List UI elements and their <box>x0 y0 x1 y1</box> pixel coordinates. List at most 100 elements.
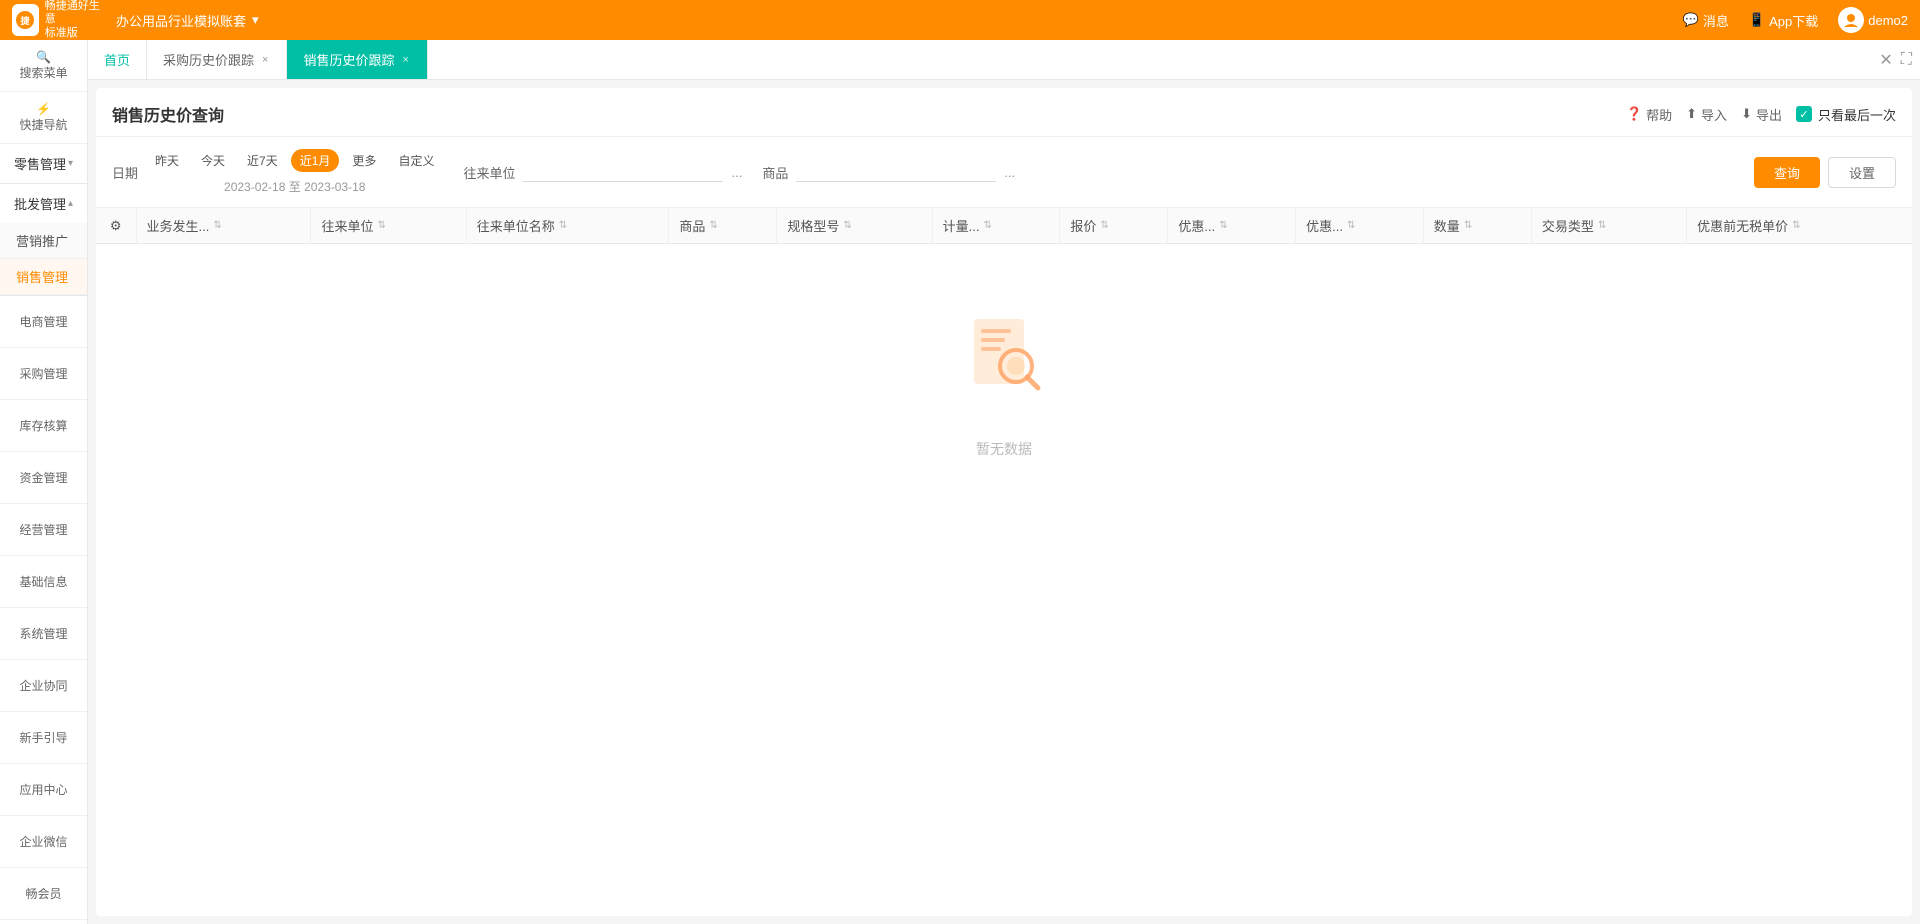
import-icon: ⬆ <box>1686 106 1697 122</box>
sidebar-item-newbie[interactable]: 新手引导 <box>0 712 87 764</box>
col-discount1[interactable]: 优惠... ⇅ <box>1168 208 1296 244</box>
table-container: ⚙ 业务发生... ⇅ 往来单位 <box>96 208 1912 916</box>
close-window-icon[interactable]: ✕ <box>1879 50 1892 70</box>
partner-dots-button[interactable]: ... <box>731 165 742 180</box>
nav-icon: ⚡ <box>36 102 51 116</box>
partner-input[interactable] <box>523 162 723 182</box>
sort-icon: ⇅ <box>1464 220 1472 231</box>
date-range-text: 2023-02-18 至 2023-03-18 <box>224 178 365 195</box>
date-btn-today[interactable]: 今天 <box>192 149 234 172</box>
sort-icon: ⇅ <box>843 220 851 231</box>
col-quantity[interactable]: 数量 ⇅ <box>1423 208 1531 244</box>
col-spec[interactable]: 规格型号 ⇅ <box>777 208 932 244</box>
sidebar-item-corp-wechat[interactable]: 企业微信 <box>0 816 87 868</box>
filter-right-group: 查询 设置 <box>1754 157 1896 188</box>
tab-purchase-history[interactable]: 采购历史价跟踪 × <box>147 40 287 79</box>
sidebar-item-retail[interactable]: 零售管理 ▾ <box>0 144 87 183</box>
sidebar-subitem-marketing[interactable]: 营销推广 <box>0 223 87 259</box>
sidebar-item-inventory[interactable]: 库存核算 <box>0 400 87 452</box>
empty-icon <box>954 304 1054 423</box>
col-discount2[interactable]: 优惠... ⇅ <box>1296 208 1424 244</box>
sidebar-item-quick-nav[interactable]: ⚡ 快捷导航 <box>0 92 87 144</box>
top-header: 捷 畅捷通好生意 标准版 办公用品行业模拟账套 ▾ 💬 消息 📱 App下载 <box>0 0 1920 40</box>
date-btn-1month[interactable]: 近1月 <box>291 149 340 172</box>
date-btn-7days[interactable]: 近7天 <box>238 149 287 172</box>
sidebar-item-search-menu[interactable]: 🔍 搜索菜单 <box>0 40 87 92</box>
sidebar-item-membership[interactable]: 畅会员 <box>0 868 87 920</box>
checkbox-icon: ✓ <box>1796 106 1812 122</box>
col-trade-type[interactable]: 交易类型 ⇅ <box>1531 208 1686 244</box>
sidebar-item-app-center[interactable]: 应用中心 <box>0 764 87 816</box>
export-button[interactable]: ⬇ 导出 <box>1741 105 1782 124</box>
svg-text:捷: 捷 <box>21 15 31 26</box>
avatar <box>1838 7 1864 33</box>
empty-state: 暂无数据 <box>96 244 1912 519</box>
import-button[interactable]: ⬆ 导入 <box>1686 105 1727 124</box>
page-header-actions: ❓ 帮助 ⬆ 导入 ⬇ 导出 ✓ 只看最后一次 <box>1626 105 1896 124</box>
sort-icon: ⇅ <box>1100 220 1108 231</box>
sort-icon: ⇅ <box>984 220 992 231</box>
logo-icon: 捷 <box>12 4 39 36</box>
goods-input[interactable] <box>796 162 996 182</box>
chevron-down-icon: ▴ <box>68 198 73 209</box>
app-download-button[interactable]: 📱 App下载 <box>1749 11 1818 30</box>
table-settings-col[interactable]: ⚙ <box>96 208 136 244</box>
header-center: 办公用品行业模拟账套 ▾ <box>100 11 1683 30</box>
sidebar-section-wholesale: 批发管理 ▴ 营销推广 销售管理 <box>0 184 87 296</box>
date-filter-group: 日期 昨天 今天 近7天 近1月 更多 自定义 2023-02-18 至 202… <box>112 149 443 195</box>
sort-icon: ⇅ <box>378 220 386 231</box>
logo-text: 畅捷通好生意 标准版 <box>45 0 100 40</box>
date-options: 昨天 今天 近7天 近1月 更多 自定义 2023-02-18 至 2023-0… <box>146 149 443 195</box>
search-button[interactable]: 查询 <box>1754 157 1820 188</box>
sort-icon: ⇅ <box>709 220 717 231</box>
sidebar-item-purchase[interactable]: 采购管理 <box>0 348 87 400</box>
sort-icon: ⇅ <box>1792 220 1800 231</box>
col-notax-price[interactable]: 优惠前无税单价 ⇅ <box>1687 208 1912 244</box>
sidebar-item-wholesale[interactable]: 批发管理 ▴ <box>0 184 87 223</box>
help-button[interactable]: ❓ 帮助 <box>1626 105 1672 124</box>
sidebar-item-operations[interactable]: 经营管理 <box>0 504 87 556</box>
sidebar-subitem-sales-mgmt[interactable]: 销售管理 <box>0 259 87 295</box>
col-price[interactable]: 报价 ⇅ <box>1060 208 1168 244</box>
sidebar-item-ecommerce[interactable]: 电商管理 <box>0 296 87 348</box>
settings-button[interactable]: 设置 <box>1828 157 1896 188</box>
date-btn-yesterday[interactable]: 昨天 <box>146 149 188 172</box>
data-table: ⚙ 业务发生... ⇅ 往来单位 <box>96 208 1912 244</box>
user-profile[interactable]: demo2 <box>1838 7 1908 33</box>
message-button[interactable]: 💬 消息 <box>1683 11 1729 30</box>
col-partner-name[interactable]: 往来单位名称 ⇅ <box>466 208 669 244</box>
content-area: 首页 采购历史价跟踪 × 销售历史价跟踪 × ✕ ⛶ 销售历史价查询 <box>88 40 1920 924</box>
filter-area: 日期 昨天 今天 近7天 近1月 更多 自定义 2023-02-18 至 202… <box>96 137 1912 208</box>
col-biz-date[interactable]: 业务发生... ⇅ <box>136 208 311 244</box>
search-icon: 🔍 <box>36 50 51 64</box>
goods-dots-button[interactable]: ... <box>1004 165 1015 180</box>
close-purchase-tab-icon[interactable]: × <box>260 52 270 68</box>
sidebar-item-system[interactable]: 系统管理 <box>0 608 87 660</box>
close-sales-tab-icon[interactable]: × <box>400 52 410 68</box>
col-unit[interactable]: 计量... ⇅ <box>932 208 1060 244</box>
sort-icon: ⇅ <box>1347 220 1355 231</box>
window-controls: ✕ ⛶ <box>1871 50 1920 70</box>
sidebar-item-finance[interactable]: 资金管理 <box>0 452 87 504</box>
sort-icon: ⇅ <box>559 220 567 231</box>
col-partner-code[interactable]: 往来单位 ⇅ <box>311 208 466 244</box>
col-goods[interactable]: 商品 ⇅ <box>669 208 777 244</box>
sort-icon: ⇅ <box>213 220 221 231</box>
chevron-down-icon: ▾ <box>252 12 259 28</box>
sort-icon: ⇅ <box>1219 220 1227 231</box>
phone-icon: 📱 <box>1749 12 1765 28</box>
page-title: 销售历史价查询 <box>112 102 224 126</box>
tab-bar: 首页 采购历史价跟踪 × 销售历史价跟踪 × ✕ ⛶ <box>88 40 1920 80</box>
date-btn-more[interactable]: 更多 <box>343 149 385 172</box>
sidebar-item-basics[interactable]: 基础信息 <box>0 556 87 608</box>
settings-icon[interactable]: ⚙ <box>110 218 122 233</box>
export-icon: ⬇ <box>1741 106 1752 122</box>
tab-sales-history[interactable]: 销售历史价跟踪 × <box>287 40 427 79</box>
tab-home[interactable]: 首页 <box>88 40 147 79</box>
maximize-window-icon[interactable]: ⛶ <box>1901 51 1912 69</box>
partner-filter-group: 往来单位 ... <box>463 162 742 182</box>
only-last-checkbox[interactable]: ✓ 只看最后一次 <box>1796 105 1896 124</box>
company-selector[interactable]: 办公用品行业模拟账套 ▾ <box>116 11 259 30</box>
sidebar-item-enterprise[interactable]: 企业协同 <box>0 660 87 712</box>
date-btn-custom[interactable]: 自定义 <box>389 149 443 172</box>
